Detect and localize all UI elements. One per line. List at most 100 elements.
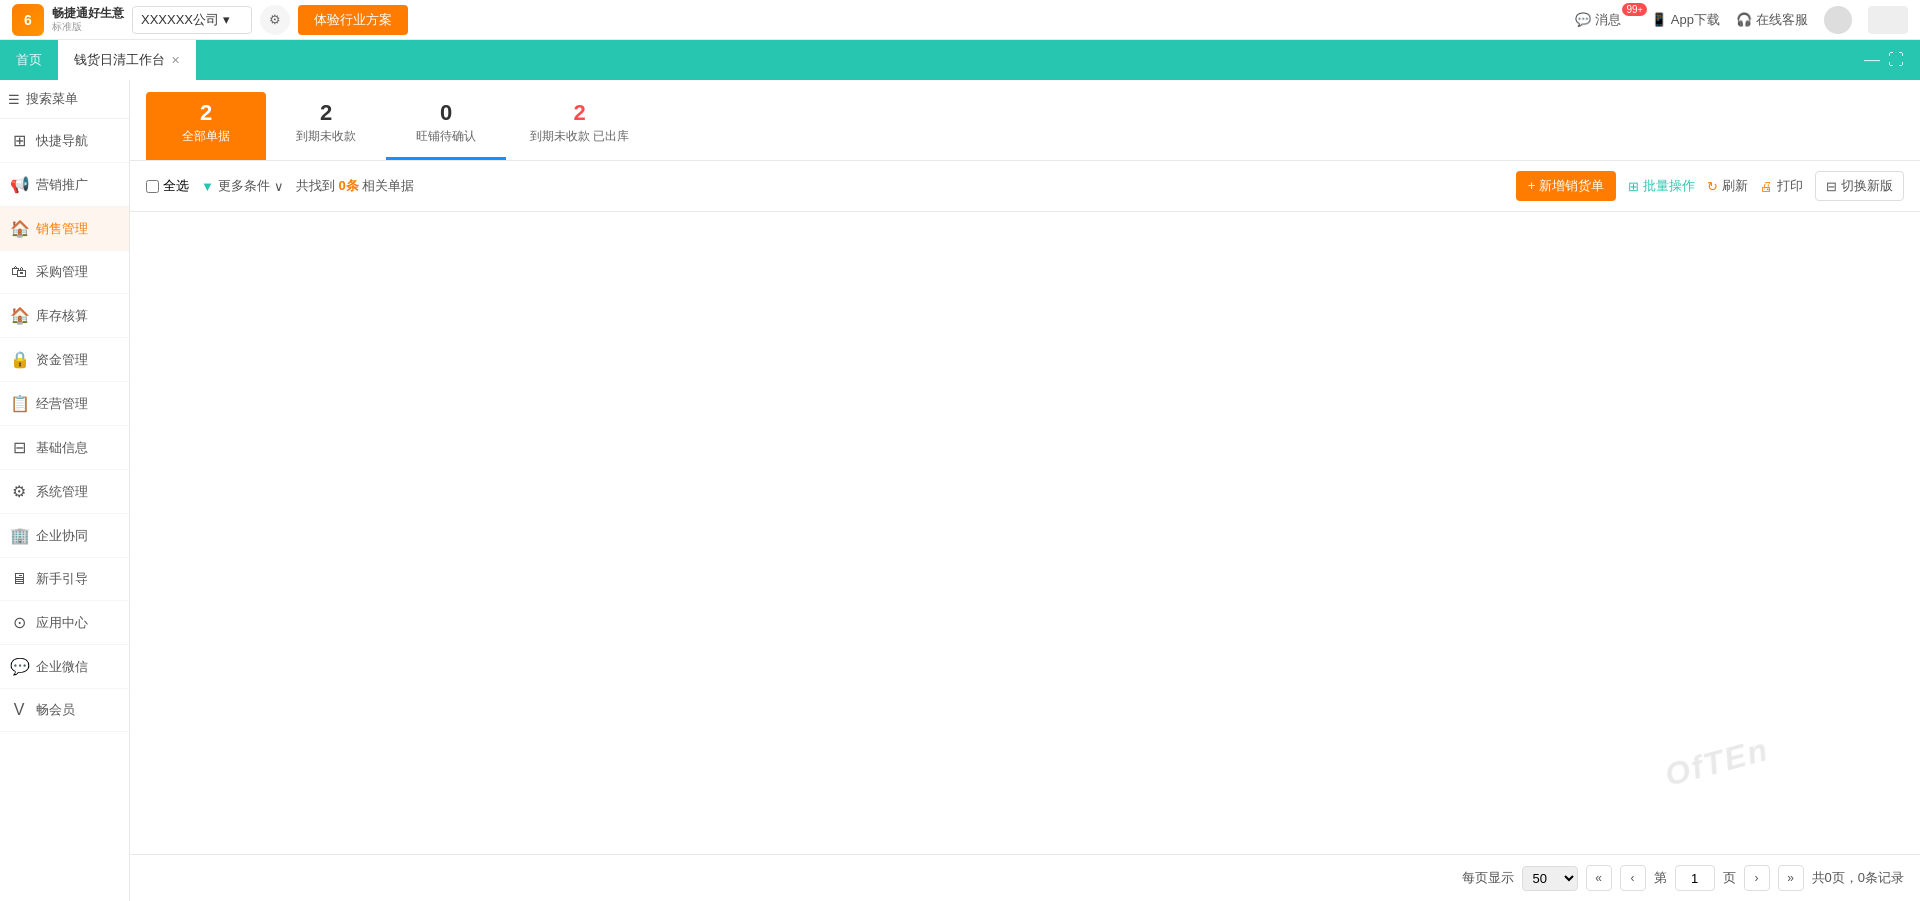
sidebar-item-appstore[interactable]: ⊙ 应用中心	[0, 601, 129, 645]
tab-home[interactable]: 首页	[0, 40, 58, 80]
lock-icon: 🔒	[10, 350, 28, 369]
sidebar-item-quick-nav[interactable]: ⊞ 快捷导航	[0, 119, 129, 163]
online-service-item[interactable]: 🎧 在线客服	[1736, 11, 1808, 29]
company-name: XXXXXX公司	[141, 11, 219, 29]
sidebar-item-marketing[interactable]: 📢 营销推广	[0, 163, 129, 207]
gear-icon: ⚙	[269, 12, 281, 27]
summary-tabs: 2 全部单据 2 到期未收款 0 旺铺待确认 2 到期未收款 已出库	[146, 92, 1904, 160]
next-page-button[interactable]: ›	[1744, 865, 1770, 891]
top-bar-left: 6 畅捷通好生意 标准版 XXXXXX公司 ▾ ⚙ 体验行业方案	[12, 4, 408, 36]
report-icon: 📋	[10, 394, 28, 413]
trial-button[interactable]: 体验行业方案	[298, 5, 408, 35]
print-label: 打印	[1777, 177, 1803, 195]
filter-icon: ▼	[201, 179, 214, 194]
content-area: 2 全部单据 2 到期未收款 0 旺铺待确认 2 到期未收款 已出库	[130, 80, 1920, 901]
main-layout: ☰ 搜索菜单 ⊞ 快捷导航 📢 营销推广 🏠 销售管理 🛍 采购管理 🏠 库存核…	[0, 80, 1920, 901]
tab-close-icon[interactable]: ✕	[171, 54, 180, 67]
switch-label: 切换新版	[1841, 177, 1893, 195]
page-number-input[interactable]	[1675, 865, 1715, 891]
sidebar-item-inventory[interactable]: 🏠 库存核算	[0, 294, 129, 338]
sidebar-item-sales[interactable]: 🏠 销售管理	[0, 207, 129, 251]
card-label-all: 全部单据	[170, 128, 242, 145]
refresh-label: 刷新	[1722, 177, 1748, 195]
top-bar-right: 💬 消息 99+ 📱 App下载 🎧 在线客服	[1575, 6, 1908, 34]
summary-suffix: 相关单据	[362, 178, 414, 193]
tab-workbench-label: 钱货日清工作台	[74, 51, 165, 69]
top-bar: 6 畅捷通好生意 标准版 XXXXXX公司 ▾ ⚙ 体验行业方案 💬 消息 99…	[0, 0, 1920, 40]
sidebar-item-purchase[interactable]: 🛍 采购管理	[0, 251, 129, 294]
bag-icon: 🛍	[10, 263, 28, 281]
user-name-area	[1868, 6, 1908, 34]
avatar[interactable]	[1824, 6, 1852, 34]
first-page-button[interactable]: «	[1586, 865, 1612, 891]
select-all-checkbox[interactable]: 全选	[146, 177, 189, 195]
toolbar-right: + 新增销货单 ⊞ 批量操作 ↻ 刷新 🖨 打印 ⊟ 切换新版	[1516, 171, 1904, 201]
card-number-all: 2	[170, 100, 242, 126]
phone-icon: 📱	[1651, 12, 1667, 27]
last-page-button[interactable]: »	[1778, 865, 1804, 891]
tab-workbench[interactable]: 钱货日清工作台 ✕	[58, 40, 196, 80]
summary-area: 2 全部单据 2 到期未收款 0 旺铺待确认 2 到期未收款 已出库	[130, 80, 1920, 161]
summary-card-overdue-out[interactable]: 2 到期未收款 已出库	[506, 92, 653, 160]
sidebar-item-guide[interactable]: 🖥 新手引导	[0, 558, 129, 601]
warehouse-icon: 🏠	[10, 306, 28, 325]
sidebar: ☰ 搜索菜单 ⊞ 快捷导航 📢 营销推广 🏠 销售管理 🛍 采购管理 🏠 库存核…	[0, 80, 130, 901]
new-sales-button[interactable]: + 新增销货单	[1516, 171, 1616, 201]
bell-icon: 💬	[1575, 12, 1591, 27]
settings-button[interactable]: ⚙	[260, 5, 290, 35]
app-download-label: App下载	[1671, 11, 1720, 29]
sidebar-label-finance: 资金管理	[36, 351, 88, 369]
brand-title: 畅捷通好生意 标准版	[52, 6, 124, 32]
table-icon: ⊟	[10, 438, 28, 457]
notification-item[interactable]: 💬 消息 99+	[1575, 11, 1635, 29]
card-number-overdue: 2	[290, 100, 362, 126]
sidebar-item-wechat[interactable]: 💬 企业微信	[0, 645, 129, 689]
sidebar-label-appstore: 应用中心	[36, 614, 88, 632]
sidebar-item-finance[interactable]: 🔒 资金管理	[0, 338, 129, 382]
sidebar-label-inventory: 库存核算	[36, 307, 88, 325]
summary-card-overdue[interactable]: 2 到期未收款	[266, 92, 386, 160]
sidebar-label-operation: 经营管理	[36, 395, 88, 413]
sidebar-search[interactable]: ☰ 搜索菜单	[0, 80, 129, 119]
card-label-overdue-out: 到期未收款 已出库	[530, 128, 629, 145]
summary-result-text: 共找到 0条 相关单据	[296, 177, 414, 195]
company-selector[interactable]: XXXXXX公司 ▾	[132, 6, 252, 34]
table-area	[130, 212, 1920, 854]
sidebar-item-member[interactable]: V 畅会员	[0, 689, 129, 732]
chevron-down-icon: ▾	[223, 12, 230, 27]
sidebar-label-basic: 基础信息	[36, 439, 88, 457]
sidebar-label-quick-nav: 快捷导航	[36, 132, 88, 150]
select-all-label: 全选	[163, 177, 189, 195]
select-all-input[interactable]	[146, 180, 159, 193]
tab-expand-icon[interactable]: ⛶	[1888, 51, 1904, 69]
home-icon: 🏠	[10, 219, 28, 238]
sidebar-search-label: 搜索菜单	[26, 90, 78, 108]
wechat-icon: 💬	[10, 657, 28, 676]
prev-page-button[interactable]: ‹	[1620, 865, 1646, 891]
app-download-item[interactable]: 📱 App下载	[1651, 11, 1720, 29]
tab-bar: 首页 钱货日清工作台 ✕ — ⛶	[0, 40, 1920, 80]
refresh-button[interactable]: ↻ 刷新	[1707, 177, 1748, 195]
card-number-overdue-out: 2	[530, 100, 629, 126]
toolbar-left: 全选 ▼ 更多条件 ∨ 共找到 0条 相关单据	[146, 177, 1504, 195]
megaphone-icon: 📢	[10, 175, 28, 194]
filter-label: 更多条件	[218, 177, 270, 195]
brand-sub: 标准版	[52, 21, 124, 33]
sidebar-item-basic[interactable]: ⊟ 基础信息	[0, 426, 129, 470]
sidebar-item-operation[interactable]: 📋 经营管理	[0, 382, 129, 426]
print-button[interactable]: 🖨 打印	[1760, 177, 1803, 195]
tab-minimize-icon[interactable]: —	[1864, 51, 1880, 69]
notification-badge: 99+	[1622, 3, 1646, 16]
member-icon: V	[10, 701, 28, 719]
sidebar-item-system[interactable]: ⚙ 系统管理	[0, 470, 129, 514]
batch-operation-button[interactable]: ⊞ 批量操作	[1628, 177, 1695, 195]
summary-card-wangpu[interactable]: 0 旺铺待确认	[386, 92, 506, 160]
sidebar-item-cooperation[interactable]: 🏢 企业协同	[0, 514, 129, 558]
summary-card-all[interactable]: 2 全部单据	[146, 92, 266, 160]
filter-button[interactable]: ▼ 更多条件 ∨	[201, 177, 284, 195]
page-label-prefix: 第	[1654, 869, 1667, 887]
print-icon: 🖨	[1760, 179, 1773, 194]
per-page-select[interactable]: 50 100 200	[1522, 866, 1578, 891]
switch-version-button[interactable]: ⊟ 切换新版	[1815, 171, 1904, 201]
toolbar: 全选 ▼ 更多条件 ∨ 共找到 0条 相关单据 + 新增销货单 ⊞ 批量操作	[130, 161, 1920, 212]
